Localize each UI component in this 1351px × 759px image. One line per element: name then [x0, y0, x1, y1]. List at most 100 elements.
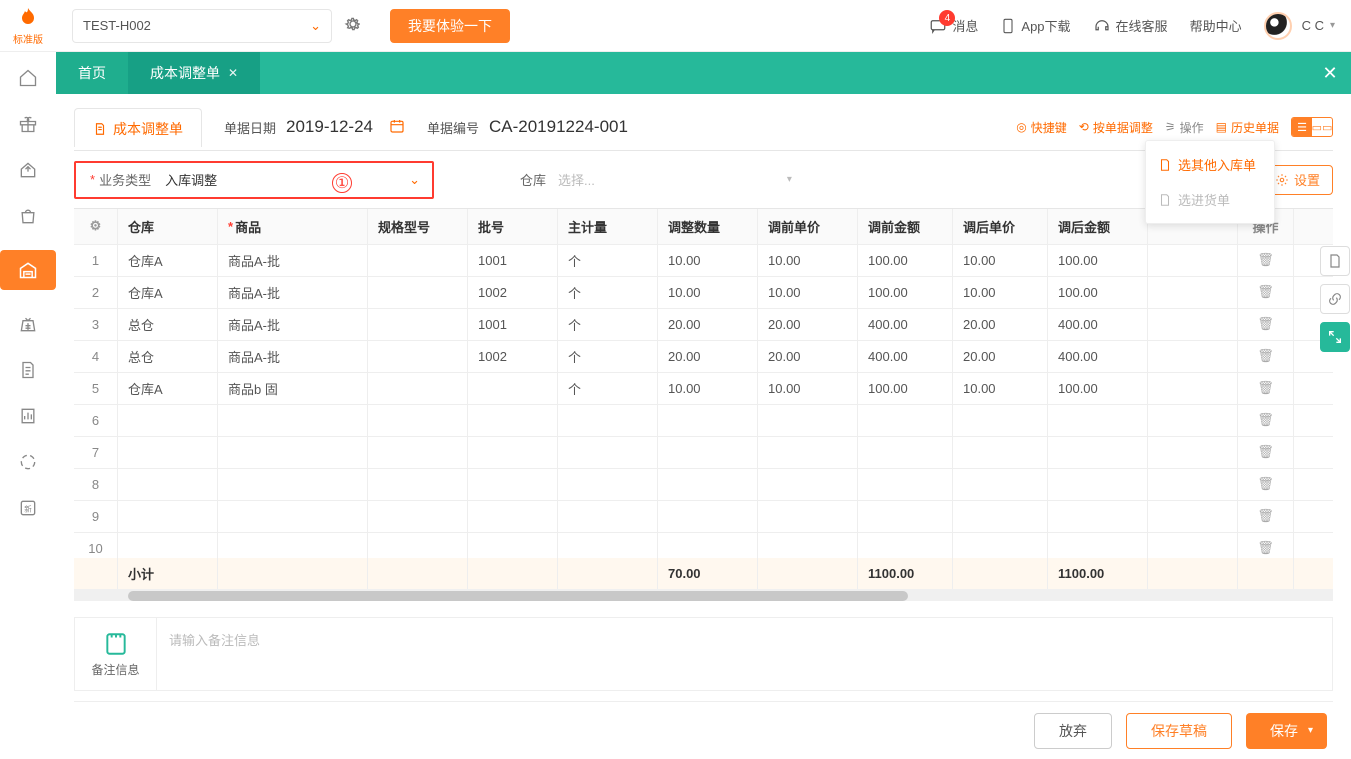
table-row[interactable]: 2仓库A商品A-批1002个10.0010.00100.0010.00100.0…: [74, 277, 1333, 309]
annotation-1: ①: [332, 173, 352, 193]
table-row[interactable]: 5仓库A商品b 固个10.0010.00100.0010.00100.00🗑: [74, 373, 1333, 405]
col-unit: 主计量: [558, 209, 658, 244]
data-table: ⚙ 仓库 商品 规格型号 批号 主计量 调整数量 调前单价 调前金额 调后单价 …: [74, 208, 1333, 601]
table-row[interactable]: 8🗑: [74, 469, 1333, 501]
delete-row-icon[interactable]: 🗑: [1238, 437, 1294, 468]
memo-section: 备注信息 请输入备注信息: [74, 617, 1333, 691]
delete-row-icon[interactable]: 🗑: [1238, 469, 1294, 500]
messages-link[interactable]: 消息 4: [929, 16, 978, 35]
rail-doc-icon[interactable]: [1320, 246, 1350, 276]
phone-icon: [1000, 17, 1016, 35]
popup-purchase-in[interactable]: 选进货单: [1146, 182, 1274, 217]
col-pre-amt: 调前金额: [858, 209, 953, 244]
nav-house-up-icon[interactable]: [16, 158, 40, 182]
delete-row-icon[interactable]: 🗑: [1238, 309, 1294, 340]
delete-row-icon[interactable]: 🗑: [1238, 405, 1294, 436]
app-download-link[interactable]: App下载: [1000, 16, 1070, 35]
nav-bag-icon[interactable]: [16, 204, 40, 228]
grid-view-icon[interactable]: ▭▭: [1312, 118, 1332, 136]
trial-button[interactable]: 我要体验一下: [390, 9, 510, 43]
col-spec: 规格型号: [368, 209, 468, 244]
list-view-icon[interactable]: ☰: [1292, 118, 1312, 136]
edition-label: 标准版: [13, 31, 43, 46]
table-row[interactable]: 10🗑: [74, 533, 1333, 559]
by-bill-popup: 选其他入库单 选进货单: [1145, 140, 1275, 224]
bill-no: 单据编号 CA-20191224-001: [427, 117, 628, 137]
chevron-down-icon: ⌄: [409, 172, 420, 188]
gear-icon: [1275, 173, 1289, 187]
table-row[interactable]: 6🗑: [74, 405, 1333, 437]
support-link[interactable]: 在线客服: [1093, 16, 1168, 35]
delete-row-icon[interactable]: 🗑: [1238, 245, 1294, 276]
close-all-tabs[interactable]: ✕: [1309, 52, 1351, 94]
delete-row-icon[interactable]: 🗑: [1238, 533, 1294, 559]
col-post-amt: 调后金额: [1048, 209, 1148, 244]
nav-new-icon[interactable]: 新: [16, 496, 40, 520]
side-nav: 新: [0, 52, 56, 759]
calendar-icon: [389, 118, 405, 137]
nav-doc-icon[interactable]: [16, 358, 40, 382]
app-logo: 标准版: [0, 6, 56, 46]
nav-warehouse-icon[interactable]: [0, 250, 56, 290]
nav-home-icon[interactable]: [16, 66, 40, 90]
delete-row-icon[interactable]: 🗑: [1238, 501, 1294, 532]
shortcut-link[interactable]: ◎ 快捷键: [1016, 119, 1067, 136]
rail-expand-icon[interactable]: [1320, 322, 1350, 352]
by-bill-link[interactable]: ⟲ 按单据调整: [1079, 119, 1153, 136]
chevron-down-icon: ▾: [787, 174, 792, 185]
bill-date[interactable]: 单据日期 2019-12-24: [224, 117, 405, 137]
memo-input[interactable]: 请输入备注信息: [157, 618, 1332, 690]
ops-link[interactable]: ⚞ 操作: [1165, 119, 1204, 136]
col-pre-price: 调前单价: [758, 209, 858, 244]
footer-actions: 放弃 保存草稿 保存▾: [74, 701, 1333, 759]
col-post-price: 调后单价: [953, 209, 1048, 244]
delete-row-icon[interactable]: 🗑: [1238, 277, 1294, 308]
horizontal-scrollbar[interactable]: [74, 589, 1333, 601]
note-icon: [103, 631, 129, 657]
tab-bar: 首页 成本调整单 ✕ ✕: [56, 52, 1351, 94]
gear-icon[interactable]: [344, 15, 362, 36]
store-select[interactable]: TEST-H002 ⌄: [72, 9, 332, 43]
nav-sync-icon[interactable]: [16, 450, 40, 474]
table-row[interactable]: 7🗑: [74, 437, 1333, 469]
save-button[interactable]: 保存▾: [1246, 713, 1327, 749]
delete-row-icon[interactable]: 🗑: [1238, 341, 1294, 372]
nav-money-icon[interactable]: [16, 312, 40, 336]
popup-other-in[interactable]: 选其他入库单: [1146, 147, 1274, 182]
delete-row-icon[interactable]: 🗑: [1238, 373, 1294, 404]
help-link[interactable]: 帮助中心: [1190, 16, 1242, 35]
col-batch: 批号: [468, 209, 558, 244]
memo-label: 备注信息: [75, 618, 157, 690]
biz-type-select[interactable]: * 业务类型 入库调整 ⌄ ①: [74, 161, 434, 199]
right-rail: [1319, 246, 1351, 352]
table-row[interactable]: 1仓库A商品A-批1001个10.0010.00100.0010.00100.0…: [74, 245, 1333, 277]
store-value: TEST-H002: [83, 18, 151, 33]
chevron-down-icon: ▾: [1330, 20, 1335, 31]
col-warehouse: 仓库: [118, 209, 218, 244]
close-icon[interactable]: ✕: [228, 66, 238, 80]
view-toggle[interactable]: ☰ ▭▭: [1291, 117, 1333, 137]
history-link[interactable]: ▤ 历史单据: [1216, 119, 1279, 136]
chevron-down-icon: ▾: [1308, 725, 1313, 736]
nav-report-icon[interactable]: [16, 404, 40, 428]
table-row[interactable]: 3总仓商品A-批1001个20.0020.00400.0020.00400.00…: [74, 309, 1333, 341]
tab-cost-adjust[interactable]: 成本调整单 ✕: [128, 52, 260, 94]
svg-text:新: 新: [24, 503, 32, 513]
user-menu[interactable]: C C ▾: [1264, 12, 1335, 40]
headset-icon: [1093, 17, 1111, 35]
gear-column-icon[interactable]: ⚙: [74, 209, 118, 244]
warehouse-select[interactable]: 仓库 选择... ▾: [520, 170, 792, 189]
save-draft-button[interactable]: 保存草稿: [1126, 713, 1232, 749]
table-row[interactable]: 4总仓商品A-批1002个20.0020.00400.0020.00400.00…: [74, 341, 1333, 373]
user-name: C C: [1302, 18, 1324, 33]
chevron-down-icon: ⌄: [310, 18, 321, 34]
nav-gift-icon[interactable]: [16, 112, 40, 136]
col-product: 商品: [218, 209, 368, 244]
col-qty: 调整数量: [658, 209, 758, 244]
discard-button[interactable]: 放弃: [1034, 713, 1112, 749]
doc-tab[interactable]: 成本调整单: [74, 108, 202, 147]
tab-home[interactable]: 首页: [56, 52, 128, 94]
rail-link-icon[interactable]: [1320, 284, 1350, 314]
table-row[interactable]: 9🗑: [74, 501, 1333, 533]
document-icon: [93, 122, 107, 136]
